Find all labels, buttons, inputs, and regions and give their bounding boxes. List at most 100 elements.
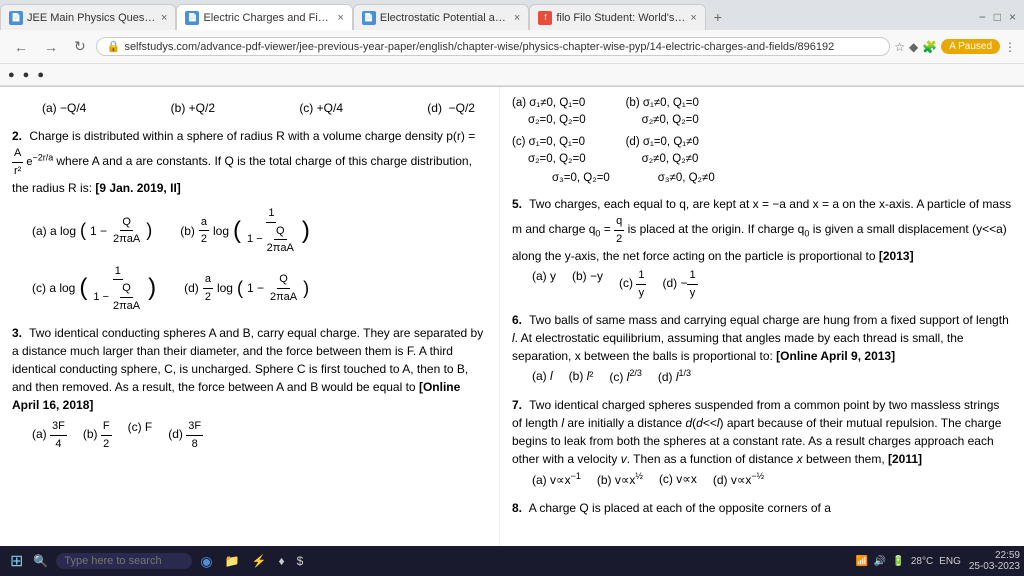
tab-1-close[interactable]: × (161, 12, 167, 24)
q2-text: Charge is distributed within a sphere of… (29, 129, 475, 143)
q2-opt-b: (b) a2 log ( 1 1 − Q2πaA ) (180, 205, 310, 257)
q1-opt-c: (c) +Q/4 (299, 99, 343, 117)
menu-icon[interactable]: ⋮ (1004, 40, 1016, 54)
q3-opt-c: (c) F (128, 418, 153, 452)
tab-3[interactable]: 📄 Electrostatic Potential and Capa × (353, 4, 529, 30)
q6-text: Two balls of same mass and carrying equa… (512, 313, 1009, 363)
q3-text: Two identical conducting spheres A and B… (12, 326, 483, 394)
q6-tag: [Online April 9, 2013] (776, 349, 895, 363)
q8-block: 8. A charge Q is placed at each of the o… (512, 499, 1012, 517)
tab-1-title: JEE Main Physics Question Pape (27, 12, 157, 24)
taskbar-search-input[interactable] (64, 555, 184, 567)
url-text: selfstudys.com/advance-pdf-viewer/jee-pr… (124, 41, 879, 53)
bookmark-bar: ● ● ● (0, 64, 1024, 86)
tab-4-favicon: f (538, 11, 552, 25)
nav-actions: ☆ ◆ 🧩 A Paused ⋮ (894, 39, 1016, 54)
tab-1[interactable]: 📄 JEE Main Physics Question Pape × (0, 4, 176, 30)
close-icon[interactable]: × (1009, 10, 1016, 24)
q2-opt-d: (d) a2 log ( 1 − Q2πaA ) (184, 271, 309, 305)
tab-2-close[interactable]: × (337, 12, 343, 24)
q7-number: 7. (512, 398, 522, 412)
q7-opt-b: (b) v∝x½ (597, 470, 643, 489)
tab-3-favicon: 📄 (362, 11, 376, 25)
taskbar-search-box[interactable] (56, 553, 192, 569)
paused-button[interactable]: A Paused (941, 39, 1000, 54)
minimize-icon[interactable]: − (979, 10, 986, 24)
search-icon: 🔍 (33, 554, 48, 568)
q7-block: 7. Two identical charged spheres suspend… (512, 396, 1012, 489)
q6-opt-c: (c) l2/3 (609, 367, 642, 386)
q1-opt-b: (b) +Q/2 (171, 99, 215, 117)
forward-button[interactable]: → (38, 37, 64, 57)
tab-4-close[interactable]: × (690, 12, 696, 24)
q7-opt-c: (c) v∝x (659, 470, 697, 489)
content-area: (a) −Q/4 (b) +Q/2 (c) +Q/4 (d) −Q/2 2. C… (0, 87, 1024, 547)
bookmark-2[interactable]: ● (23, 69, 30, 81)
q2-opt-a: (a) a log ( 1 − Q2πaA ) (32, 214, 152, 248)
taskbar-app-icon-3[interactable]: $ (293, 554, 308, 568)
bookmark-star-icon[interactable]: ☆ (894, 40, 905, 54)
q5-block: 5. Two charges, each equal to q, are kep… (512, 195, 1012, 301)
q6-block: 6. Two balls of same mass and carrying e… (512, 311, 1012, 386)
q2-number: 2. (12, 129, 22, 143)
taskbar-file-icon[interactable]: 📁 (221, 554, 244, 568)
browser-chrome: 📄 JEE Main Physics Question Pape × 📄 Ele… (0, 0, 1024, 87)
battery-icon: 🔋 (892, 556, 904, 567)
q8-text: A charge Q is placed at each of the oppo… (529, 501, 831, 515)
windows-start-button[interactable]: ⊞ (4, 551, 29, 571)
q5-opt-b: (b) −y (572, 267, 603, 301)
q1-opt-a: (a) −Q/4 (42, 99, 86, 117)
volume-icon: 🔊 (874, 556, 886, 567)
network-icon: 📶 (855, 556, 867, 567)
taskbar-app-icon-2[interactable]: ♦ (274, 554, 288, 568)
nav-bar: ← → ↻ 🔒 selfstudys.com/advance-pdf-viewe… (0, 30, 1024, 64)
q5-opt-c: (c) 1y (619, 267, 646, 301)
q2-text2: where A and a are constants. If Q is the… (12, 154, 472, 195)
back-button[interactable]: ← (8, 37, 34, 57)
taskbar-chrome-icon[interactable]: ◉ (196, 553, 216, 570)
bookmark-3[interactable]: ● (37, 69, 44, 81)
tab-2[interactable]: 📄 Electric Charges and Fields JEE M × (176, 4, 352, 30)
q2-formula: Ar² e−2r/a (12, 156, 56, 168)
tab-1-favicon: 📄 (9, 11, 23, 25)
clock: 22:59 25-03-2023 (969, 550, 1020, 572)
profile-icon[interactable]: ◆ (909, 40, 918, 54)
q2-opt-c: (c) a log ( 1 1 − Q2πaA ) (32, 263, 156, 315)
lock-icon: 🔒 (107, 40, 121, 53)
language-display: ENG (939, 556, 961, 567)
taskbar-app-icon-1[interactable]: ⚡ (248, 554, 271, 568)
q5-number: 5. (512, 197, 522, 211)
tab-4-title: filo Filo Student: World's Only Live In (556, 12, 686, 24)
taskbar-right: 📶 🔊 🔋 28°C ENG 22:59 25-03-2023 (855, 550, 1020, 572)
bookmark-1[interactable]: ● (8, 69, 15, 81)
q3-opt-b: (b) F2 (83, 418, 112, 452)
q3-block: 3. Two identical conducting spheres A an… (12, 324, 487, 452)
address-bar[interactable]: 🔒 selfstudys.com/advance-pdf-viewer/jee-… (96, 37, 891, 56)
extension-icon[interactable]: 🧩 (922, 40, 937, 54)
q6-number: 6. (512, 313, 522, 327)
right-panel: (a) σ₁≠0, Q₁=0 σ₂=0, Q₂=0 (b) σ₁≠0, Q₁=0… (500, 87, 1024, 547)
window-controls: − □ × (971, 10, 1024, 24)
date-text: 25-03-2023 (969, 561, 1020, 572)
tab-bar: 📄 JEE Main Physics Question Pape × 📄 Ele… (0, 0, 1024, 30)
q3-opt-d: (d) 3F8 (168, 418, 203, 452)
maximize-icon[interactable]: □ (994, 10, 1001, 24)
new-tab-button[interactable]: + (706, 5, 730, 29)
q3-opt-a: (a) 3F4 (32, 418, 67, 452)
taskbar: ⊞ 🔍 ◉ 📁 ⚡ ♦ $ 📶 🔊 🔋 28°C ENG 22:59 25-03… (0, 546, 1024, 576)
left-panel: (a) −Q/4 (b) +Q/2 (c) +Q/4 (d) −Q/2 2. C… (0, 87, 500, 547)
tab-3-title: Electrostatic Potential and Capa (380, 12, 510, 24)
tab-2-favicon: 📄 (185, 11, 199, 25)
sigma-options: (a) σ₁≠0, Q₁=0 σ₂=0, Q₂=0 (b) σ₁≠0, Q₁=0… (512, 95, 1012, 187)
q5-opt-d: (d) −1y (662, 267, 697, 301)
tab-2-title: Electric Charges and Fields JEE M (203, 12, 333, 24)
tab-4[interactable]: f filo Filo Student: World's Only Live I… (529, 4, 705, 30)
q8-number: 8. (512, 501, 522, 515)
reload-button[interactable]: ↻ (68, 36, 92, 57)
q7-opt-d: (d) v∝x−½ (713, 470, 764, 489)
q5-tag: [2013] (879, 249, 914, 263)
time-text: 22:59 (969, 550, 1020, 561)
q6-opt-b: (b) l² (569, 367, 594, 386)
tab-3-close[interactable]: × (514, 12, 520, 24)
q5-opt-a: (a) y (532, 267, 556, 301)
